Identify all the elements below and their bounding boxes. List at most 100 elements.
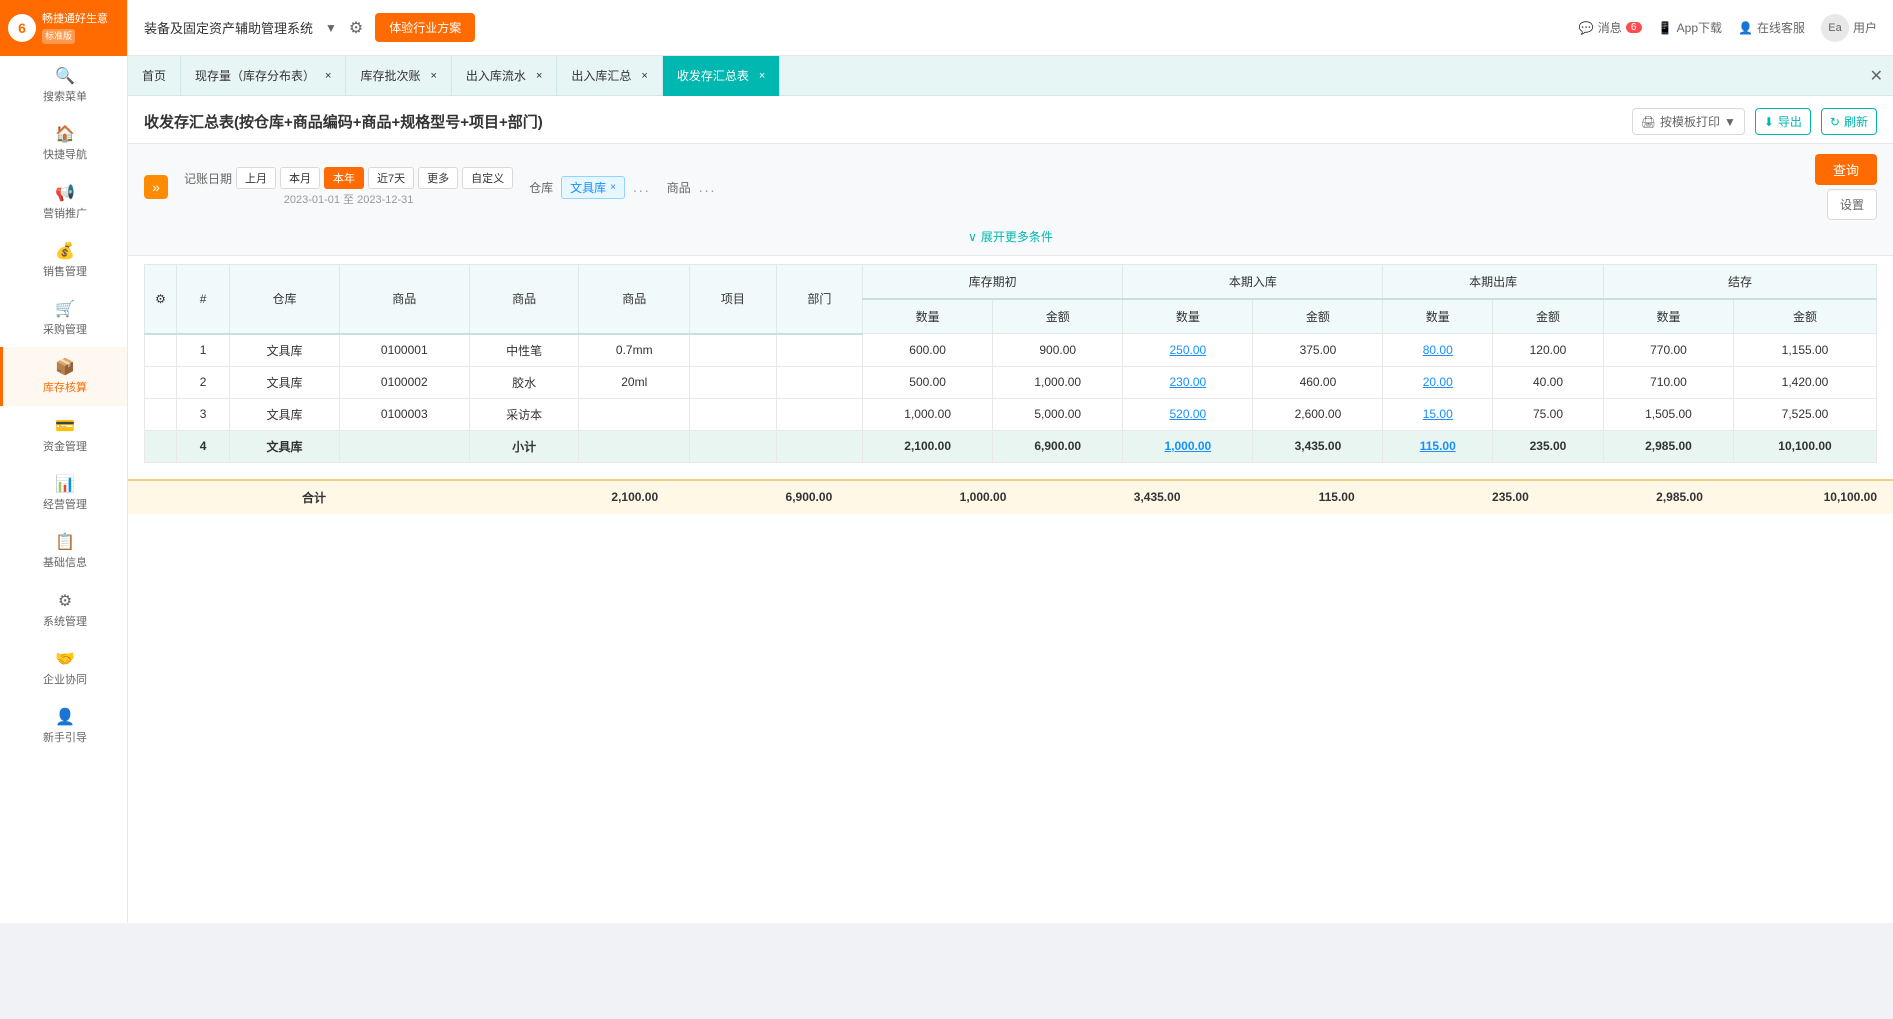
- opening-amt-cell: 5,000.00: [993, 398, 1123, 430]
- table-row: 2 文具库 0100002 胶水 20ml 500.00 1,000.00 23…: [145, 366, 1877, 398]
- sidebar-item-label-basic: 基础信息: [43, 556, 87, 570]
- in-group-header: 本期入库: [1123, 265, 1383, 300]
- tab-label-inout_summary: 出入库汇总: [571, 67, 631, 84]
- balance-group-header: 结存: [1603, 265, 1876, 300]
- export-button[interactable]: ⬇ 导出: [1755, 108, 1811, 135]
- page-header: 收发存汇总表(按仓库+商品编码+商品+规格型号+项目+部门) 🖨 按模板打印 ▼…: [128, 96, 1893, 144]
- tab-close-batch[interactable]: ×: [430, 70, 436, 82]
- in-qty-cell[interactable]: 230.00: [1123, 366, 1253, 398]
- tab-close-inout_flow[interactable]: ×: [536, 70, 542, 82]
- in-qty-cell[interactable]: 1,000.00: [1123, 430, 1253, 462]
- in-qty-cell[interactable]: 520.00: [1123, 398, 1253, 430]
- settings-icon: ⚙: [155, 292, 166, 306]
- sidebar-item-label-search: 搜索菜单: [43, 90, 87, 104]
- tab-inventory_dist[interactable]: 现存量（库存分布表）×: [181, 56, 346, 96]
- message-icon: 💬: [1579, 21, 1594, 35]
- custom-date-btn[interactable]: 自定义: [462, 167, 513, 189]
- row-settings-cell: [145, 366, 177, 398]
- row-code: 0100001: [339, 334, 469, 367]
- tab-close-inventory_dist[interactable]: ×: [325, 70, 331, 82]
- footer-opening-amt: 6,900.00: [658, 490, 832, 504]
- sidebar-item-basic[interactable]: 📋基础信息: [0, 522, 127, 580]
- sidebar-item-search[interactable]: 🔍搜索菜单: [0, 56, 127, 114]
- goods-spec-header: 商品: [579, 265, 690, 334]
- warehouse-tag[interactable]: 文具库 ×: [561, 176, 625, 199]
- sidebar-item-quicknav[interactable]: 🏠快捷导航: [0, 114, 127, 172]
- out-amt-cell: 235.00: [1493, 430, 1604, 462]
- tab-batch[interactable]: 库存批次账×: [346, 56, 451, 96]
- footer-out-amt: 235.00: [1355, 490, 1529, 504]
- messages-button[interactable]: 💬 消息 6: [1579, 19, 1642, 36]
- warehouse-filter-label: 仓库: [529, 179, 553, 196]
- user-button[interactable]: Ea 用户: [1821, 14, 1877, 42]
- row-code: 0100003: [339, 398, 469, 430]
- goods-filter-group: 商品 ...: [667, 179, 717, 196]
- online-service-button[interactable]: 👤 在线客服: [1738, 19, 1805, 36]
- page-actions: 🖨 按模板打印 ▼ ⬇ 导出 ↻ 刷新: [1632, 108, 1877, 135]
- query-button[interactable]: 查询: [1815, 154, 1877, 185]
- opening-group-header: 库存期初: [863, 265, 1123, 300]
- gear-icon[interactable]: ⚙: [349, 18, 363, 38]
- tab-close-inout_summary[interactable]: ×: [641, 70, 647, 82]
- warehouse-tag-close-icon[interactable]: ×: [610, 182, 616, 193]
- row-num: 4: [177, 430, 230, 462]
- goods-more-icon[interactable]: ...: [699, 179, 717, 195]
- sidebar-item-marketing[interactable]: 📢营销推广: [0, 173, 127, 231]
- out-qty-cell[interactable]: 115.00: [1383, 430, 1493, 462]
- warehouse-more-icon[interactable]: ...: [633, 179, 651, 195]
- sidebar-item-operations[interactable]: 📊经营管理: [0, 464, 127, 522]
- tab-inout_summary[interactable]: 出入库汇总 ×: [557, 56, 662, 96]
- topbar-left: 装备及固定资产辅助管理系统 ▼ ⚙ 体验行业方案: [144, 13, 475, 42]
- opening-amt-cell: 1,000.00: [993, 366, 1123, 398]
- out-qty-cell[interactable]: 80.00: [1383, 334, 1493, 367]
- goods-name-header: 商品: [469, 265, 579, 334]
- column-settings-header[interactable]: ⚙: [145, 265, 177, 334]
- warehouse-header: 仓库: [230, 265, 340, 334]
- row-settings-cell: [145, 430, 177, 462]
- row-warehouse: 文具库: [230, 366, 340, 398]
- 7days-btn[interactable]: 近7天: [368, 167, 414, 189]
- date-buttons: 记账日期 上月 本月 本年 近7天 更多 自定义: [184, 167, 513, 189]
- sidebar-item-system[interactable]: ⚙系统管理: [0, 581, 127, 639]
- close-window-button[interactable]: ✕: [1860, 56, 1893, 96]
- expand-more-conditions[interactable]: ∨ 展开更多条件: [968, 228, 1053, 245]
- print-button[interactable]: 🖨 按模板打印 ▼: [1632, 108, 1745, 135]
- bal-qty-cell: 2,985.00: [1603, 430, 1733, 462]
- row-num: 2: [177, 366, 230, 398]
- footer-values: 2,100.00 6,900.00 1,000.00 3,435.00 115.…: [484, 490, 1893, 504]
- tab-recv_send_summary[interactable]: 收发存汇总表×: [663, 56, 780, 96]
- row-warehouse: 文具库: [230, 334, 340, 367]
- tab-close-recv_send_summary[interactable]: ×: [759, 70, 765, 82]
- sidebar-item-newuser[interactable]: 👤新手引导: [0, 697, 127, 755]
- more-date-btn[interactable]: 更多: [418, 167, 458, 189]
- sidebar-item-enterprise[interactable]: 🤝企业协同: [0, 639, 127, 697]
- out-qty-cell[interactable]: 15.00: [1383, 398, 1493, 430]
- system-dropdown[interactable]: ▼: [325, 21, 337, 35]
- marketing-icon: 📢: [55, 183, 75, 203]
- trial-button[interactable]: 体验行业方案: [375, 13, 475, 42]
- footer-out-qty: 115.00: [1181, 490, 1355, 504]
- tab-inout_flow[interactable]: 出入库流水×: [452, 56, 557, 96]
- curr-year-btn[interactable]: 本年: [324, 167, 364, 189]
- purchase-icon: 🛒: [55, 299, 75, 319]
- app-download-button[interactable]: 📱 App下载: [1658, 19, 1722, 36]
- sidebar-item-sales[interactable]: 💰销售管理: [0, 231, 127, 289]
- sidebar-item-inventory[interactable]: 📦库存核算: [0, 347, 127, 405]
- prev-month-btn[interactable]: 上月: [236, 167, 276, 189]
- bal-qty-header: 数量: [1603, 299, 1733, 334]
- operations-icon: 📊: [55, 474, 75, 494]
- tab-home[interactable]: 首页: [128, 56, 181, 96]
- out-qty-cell[interactable]: 20.00: [1383, 366, 1493, 398]
- bal-amt-cell: 1,155.00: [1734, 334, 1877, 367]
- refresh-button[interactable]: ↻ 刷新: [1821, 108, 1877, 135]
- settings-button[interactable]: 设置: [1827, 189, 1877, 220]
- sidebar-item-capital[interactable]: 💳资金管理: [0, 406, 127, 464]
- sidebar-item-purchase[interactable]: 🛒采购管理: [0, 289, 127, 347]
- row-project: [690, 430, 776, 462]
- row-spec: [579, 430, 690, 462]
- opening-qty-cell: 1,000.00: [863, 398, 993, 430]
- filter-expand-button[interactable]: »: [144, 175, 168, 199]
- curr-month-btn[interactable]: 本月: [280, 167, 320, 189]
- row-num: 1: [177, 334, 230, 367]
- in-qty-cell[interactable]: 250.00: [1123, 334, 1253, 367]
